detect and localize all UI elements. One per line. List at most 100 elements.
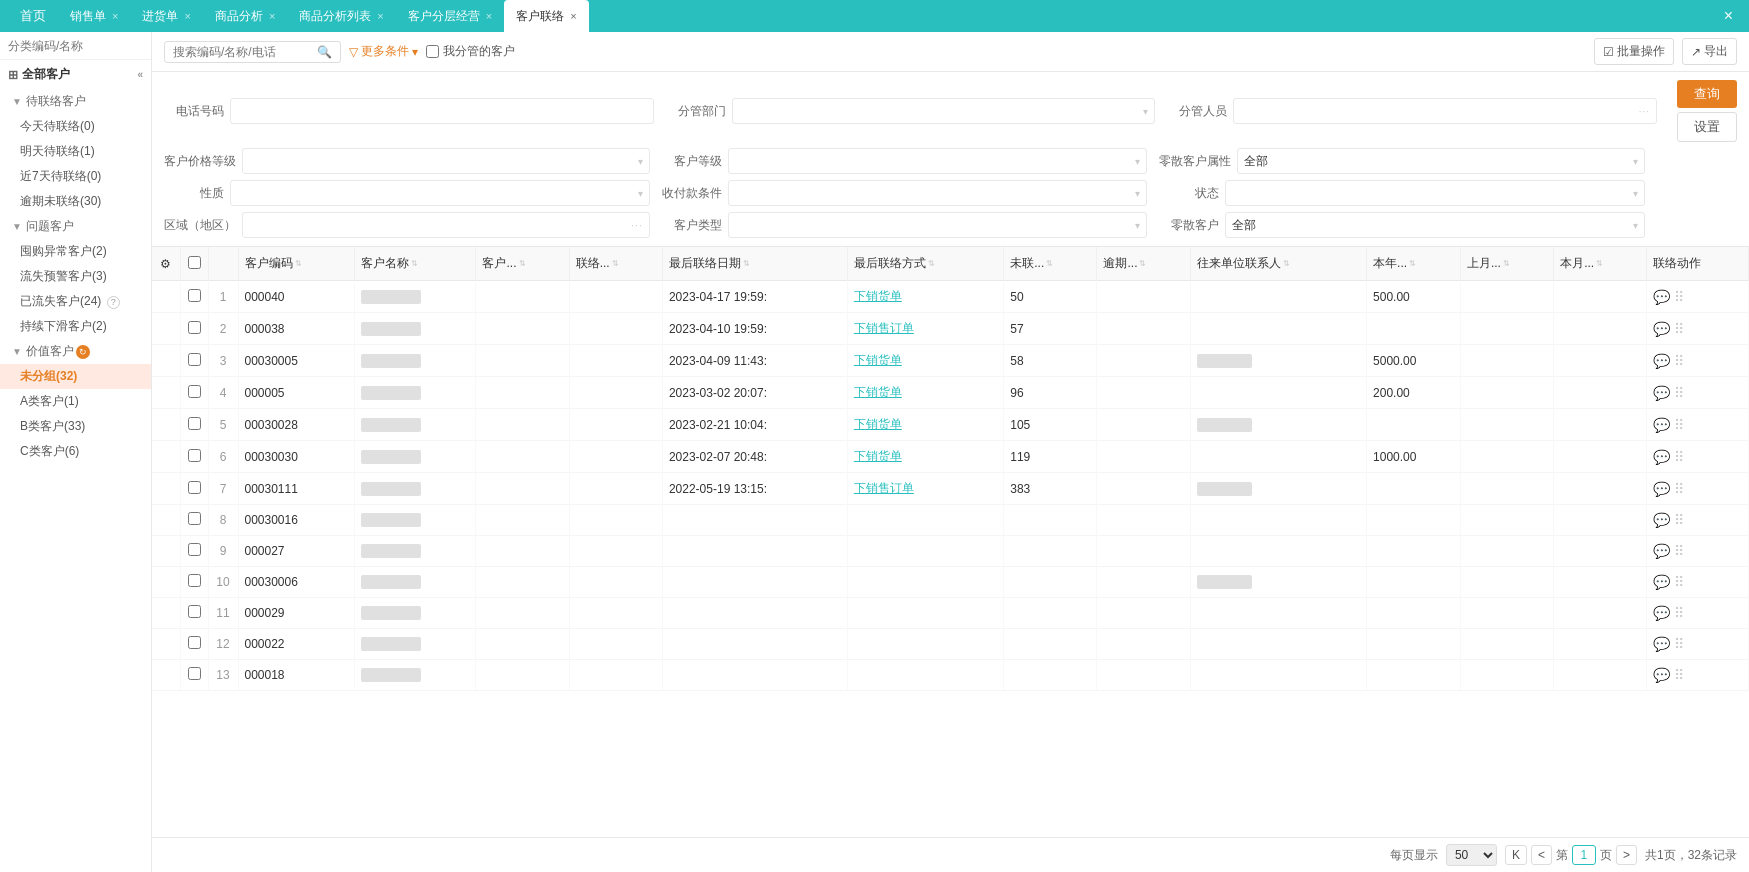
price-grade-select[interactable]: ▾ — [242, 148, 650, 174]
more-icon[interactable]: ⠿ — [1674, 636, 1684, 652]
row-checkbox[interactable] — [188, 512, 201, 525]
more-icon[interactable]: ⠿ — [1674, 289, 1684, 305]
prev-page-button[interactable]: < — [1531, 845, 1552, 865]
person-input[interactable]: ··· — [1233, 98, 1657, 124]
first-page-button[interactable]: K — [1505, 845, 1527, 865]
more-icon[interactable]: ⠿ — [1674, 417, 1684, 433]
row-checkbox[interactable] — [188, 605, 201, 618]
query-button[interactable]: 查询 — [1677, 80, 1737, 108]
more-conditions-button[interactable]: ▽ 更多条件 ▾ — [349, 43, 418, 60]
customer-type-select[interactable]: ▾ — [728, 212, 1148, 238]
page-size-select[interactable]: 50 100 200 — [1446, 844, 1497, 866]
nav-tab-3[interactable]: 商品分析列表 × — [287, 0, 395, 32]
col-overdue[interactable]: 逾期...⇅ — [1097, 247, 1190, 281]
more-icon[interactable]: ⠿ — [1674, 321, 1684, 337]
message-icon[interactable]: 💬 — [1653, 574, 1670, 590]
sidebar-item-b-class[interactable]: B类客户(33) — [0, 414, 151, 439]
sidebar-group-value[interactable]: ▼ 价值客户 ↻ — [0, 339, 151, 364]
last-method-link[interactable]: 下销货单 — [854, 417, 902, 431]
dept-select[interactable]: ▾ — [732, 98, 1156, 124]
select-all-checkbox[interactable] — [188, 256, 201, 269]
row-checkbox[interactable] — [188, 574, 201, 587]
last-method-link[interactable]: 下销售订单 — [854, 481, 914, 495]
scatter-select[interactable]: 全部 ▾ — [1225, 212, 1645, 238]
sidebar-item-a-class[interactable]: A类客户(1) — [0, 389, 151, 414]
close-icon-0[interactable]: × — [112, 10, 118, 22]
next-page-button[interactable]: > — [1616, 845, 1637, 865]
row-checkbox[interactable] — [188, 636, 201, 649]
more-icon[interactable]: ⠿ — [1674, 449, 1684, 465]
refresh-badge[interactable]: ↻ — [76, 345, 90, 359]
message-icon[interactable]: 💬 — [1653, 636, 1670, 652]
close-icon-3[interactable]: × — [377, 10, 383, 22]
row-checkbox[interactable] — [188, 385, 201, 398]
sidebar-item-7days[interactable]: 近7天待联络(0) — [0, 164, 151, 189]
customer-grade-select[interactable]: ▾ — [728, 148, 1148, 174]
message-icon[interactable]: 💬 — [1653, 353, 1670, 369]
region-input[interactable]: ··· — [242, 212, 650, 238]
sidebar-item-hoarding[interactable]: 囤购异常客户(2) — [0, 239, 151, 264]
sidebar-item-ungroup[interactable]: 未分组(32) — [0, 364, 151, 389]
more-icon[interactable]: ⠿ — [1674, 512, 1684, 528]
message-icon[interactable]: 💬 — [1653, 321, 1670, 337]
col-thisyear[interactable]: 本年...⇅ — [1367, 247, 1461, 281]
close-icon-4[interactable]: × — [486, 10, 492, 22]
col-nocontact[interactable]: 未联...⇅ — [1004, 247, 1097, 281]
message-icon[interactable]: 💬 — [1653, 667, 1670, 683]
last-method-link[interactable]: 下销货单 — [854, 385, 902, 399]
close-icon-2[interactable]: × — [269, 10, 275, 22]
nav-tab-2[interactable]: 商品分析 × — [203, 0, 287, 32]
current-page[interactable]: 1 — [1572, 845, 1596, 865]
last-method-link[interactable]: 下销货单 — [854, 353, 902, 367]
sidebar-group-pending[interactable]: ▼ 待联络客户 — [0, 89, 151, 114]
close-icon-1[interactable]: × — [184, 10, 190, 22]
message-icon[interactable]: 💬 — [1653, 417, 1670, 433]
message-icon[interactable]: 💬 — [1653, 605, 1670, 621]
row-checkbox[interactable] — [188, 417, 201, 430]
more-icon[interactable]: ⠿ — [1674, 667, 1684, 683]
nav-tab-0[interactable]: 销售单 × — [58, 0, 130, 32]
row-checkbox[interactable] — [188, 449, 201, 462]
reset-button[interactable]: 设置 — [1677, 112, 1737, 142]
sidebar-item-declining[interactable]: 持续下滑客户(2) — [0, 314, 151, 339]
sidebar-all-customers[interactable]: ⊞ 全部客户 « — [0, 60, 151, 89]
message-icon[interactable]: 💬 — [1653, 289, 1670, 305]
message-icon[interactable]: 💬 — [1653, 481, 1670, 497]
row-checkbox[interactable] — [188, 289, 201, 302]
nav-home[interactable]: 首页 — [8, 7, 58, 25]
last-method-link[interactable]: 下销货单 — [854, 449, 902, 463]
nature-select[interactable]: ▾ — [230, 180, 650, 206]
row-checkbox[interactable] — [188, 321, 201, 334]
col-settings[interactable]: ⚙ — [152, 247, 180, 281]
row-checkbox[interactable] — [188, 667, 201, 680]
more-icon[interactable]: ⠿ — [1674, 543, 1684, 559]
more-icon[interactable]: ⠿ — [1674, 574, 1684, 590]
phone-input[interactable] — [230, 98, 654, 124]
col-type[interactable]: 客户...⇅ — [476, 247, 569, 281]
close-icon-5[interactable]: × — [570, 10, 576, 22]
payment-select[interactable]: ▾ — [728, 180, 1148, 206]
message-icon[interactable]: 💬 — [1653, 385, 1670, 401]
sidebar-group-problem[interactable]: ▼ 问题客户 — [0, 214, 151, 239]
sidebar-search-input[interactable] — [8, 39, 152, 53]
more-icon[interactable]: ⠿ — [1674, 353, 1684, 369]
scatter-attr-select[interactable]: 全部 ▾ — [1237, 148, 1645, 174]
sidebar-item-today[interactable]: 今天待联络(0) — [0, 114, 151, 139]
row-checkbox[interactable] — [188, 353, 201, 366]
sidebar-item-churned[interactable]: 已流失客户(24) ? — [0, 289, 151, 314]
col-lastmethod[interactable]: 最后联络方式⇅ — [847, 247, 1003, 281]
status-select[interactable]: ▾ — [1225, 180, 1645, 206]
col-contact[interactable]: 联络...⇅ — [569, 247, 662, 281]
export-button[interactable]: ↗ 导出 — [1682, 38, 1737, 65]
message-icon[interactable]: 💬 — [1653, 543, 1670, 559]
sidebar-item-tomorrow[interactable]: 明天待联络(1) — [0, 139, 151, 164]
col-lastdate[interactable]: 最后联络日期⇅ — [662, 247, 847, 281]
last-method-link[interactable]: 下销货单 — [854, 289, 902, 303]
more-icon[interactable]: ⠿ — [1674, 605, 1684, 621]
col-code[interactable]: 客户编码⇅ — [238, 247, 355, 281]
nav-tab-4[interactable]: 客户分层经营 × — [396, 0, 504, 32]
nav-tab-1[interactable]: 进货单 × — [130, 0, 202, 32]
col-partner[interactable]: 往来单位联系人⇅ — [1190, 247, 1366, 281]
more-icon[interactable]: ⠿ — [1674, 385, 1684, 401]
nav-tab-5[interactable]: 客户联络 × — [504, 0, 588, 32]
